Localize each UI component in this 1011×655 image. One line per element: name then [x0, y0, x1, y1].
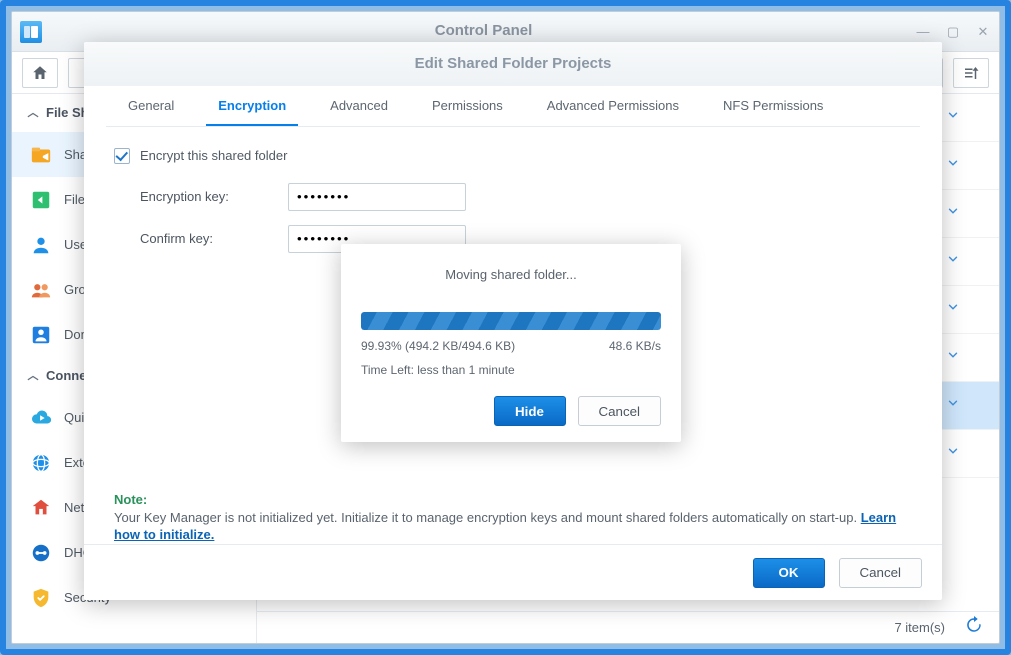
encryption-key-input[interactable]	[288, 183, 466, 211]
sort-button[interactable]	[953, 58, 989, 88]
app-icon	[20, 21, 42, 43]
tab-advanced[interactable]: Advanced	[308, 86, 410, 126]
chevron-up-icon: ︿	[26, 369, 40, 384]
dialog-title: Edit Shared Folder Projects	[84, 42, 942, 86]
chevron-down-icon	[941, 252, 965, 271]
progress-title: Moving shared folder...	[361, 266, 661, 284]
progress-bar	[361, 312, 661, 330]
chevron-down-icon	[941, 348, 965, 367]
encryption-key-label: Encryption key:	[140, 188, 270, 206]
cloud-quick-icon	[30, 407, 52, 429]
domain-icon	[30, 324, 52, 346]
tab-adv-permissions[interactable]: Advanced Permissions	[525, 86, 701, 126]
window-title: Control Panel	[52, 21, 915, 41]
tab-encryption[interactable]: Encryption	[196, 86, 308, 126]
ok-button[interactable]: OK	[753, 558, 825, 588]
progress-fill	[361, 312, 661, 330]
chevron-down-icon	[941, 156, 965, 175]
maximize-button[interactable]: ▢	[945, 23, 961, 41]
encrypt-checkbox[interactable]	[114, 148, 130, 164]
reload-icon	[965, 616, 983, 634]
hide-button[interactable]: Hide	[494, 396, 566, 426]
note-label: Note:	[114, 492, 147, 507]
reload-button[interactable]	[965, 616, 983, 639]
note-text: Your Key Manager is not initialized yet.…	[114, 510, 857, 525]
chevron-down-icon	[941, 444, 965, 463]
progress-speed: 48.6 KB/s	[609, 338, 661, 354]
folder-share-icon	[30, 144, 52, 166]
globe-icon	[30, 452, 52, 474]
home-icon	[31, 64, 49, 82]
dhcp-icon	[30, 542, 52, 564]
cancel-button[interactable]: Cancel	[839, 558, 923, 588]
chevron-down-icon	[941, 396, 965, 415]
shield-icon	[30, 587, 52, 609]
minimize-button[interactable]: —	[915, 23, 931, 41]
moving-folder-dialog: Moving shared folder... 99.93% (494.2 KB…	[341, 244, 681, 442]
progress-cancel-button[interactable]: Cancel	[578, 396, 662, 426]
chevron-down-icon	[941, 204, 965, 223]
chevron-up-icon: ︿	[26, 106, 40, 121]
progress-time-left: Time Left: less than 1 minute	[361, 362, 515, 378]
statusbar: 7 item(s)	[257, 611, 999, 643]
item-count: 7 item(s)	[894, 619, 945, 637]
progress-percent: 99.93% (494.2 KB/494.6 KB)	[361, 338, 515, 354]
tab-nfs-permissions[interactable]: NFS Permissions	[701, 86, 845, 126]
close-button[interactable]: ✕	[975, 23, 991, 41]
group-icon	[30, 279, 52, 301]
sort-icon	[962, 64, 980, 82]
key-manager-note: Note: Your Key Manager is not initialize…	[114, 491, 912, 544]
confirm-key-label: Confirm key:	[140, 230, 270, 248]
user-icon	[30, 234, 52, 256]
dialog-actions: OK Cancel	[84, 544, 942, 600]
file-services-icon	[30, 189, 52, 211]
dialog-tabs: GeneralEncryptionAdvancedPermissionsAdva…	[84, 86, 942, 126]
home-button[interactable]	[22, 58, 58, 88]
network-home-icon	[30, 497, 52, 519]
chevron-down-icon	[941, 108, 965, 127]
tab-general[interactable]: General	[106, 86, 196, 126]
chevron-down-icon	[941, 300, 965, 319]
tab-permissions[interactable]: Permissions	[410, 86, 525, 126]
encrypt-checkbox-label: Encrypt this shared folder	[140, 147, 287, 165]
